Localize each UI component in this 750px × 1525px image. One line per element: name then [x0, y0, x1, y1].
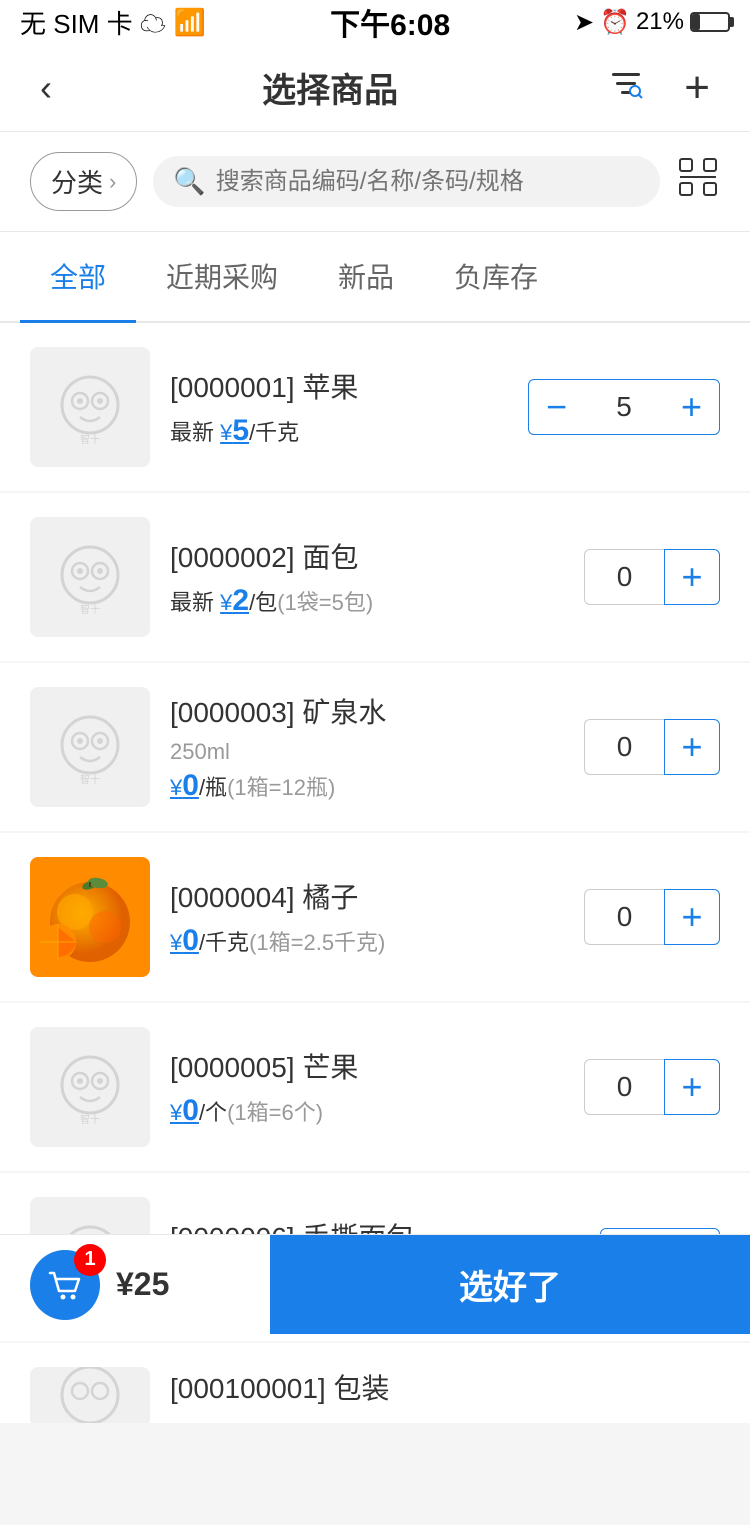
- cart-total: ¥25: [116, 1266, 169, 1303]
- tab-negative[interactable]: 负库存: [424, 232, 568, 323]
- product-price: 最新 ¥5/千克: [170, 414, 508, 448]
- qty-input[interactable]: [584, 889, 664, 945]
- product-info-0000002: [0000002] 面包 最新 ¥2/包(1袋=5包): [170, 536, 564, 618]
- battery-icon: [690, 12, 730, 32]
- filter-icon[interactable]: [598, 55, 654, 120]
- time-display: 下午6:08: [330, 0, 450, 44]
- product-price: ¥0/千克(1箱=2.5千克): [170, 924, 564, 958]
- tab-new[interactable]: 新品: [308, 232, 424, 323]
- page-title: 选择商品: [262, 63, 398, 112]
- filter-bar: 分类 › 🔍: [0, 132, 750, 232]
- product-name: [000100001] 包装: [170, 1367, 720, 1407]
- product-price: 最新 ¥2/包(1袋=5包): [170, 584, 564, 618]
- qty-plus-button[interactable]: +: [664, 719, 720, 775]
- product-name: [0000002] 面包: [170, 536, 564, 576]
- qty-control-0000002: +: [584, 549, 720, 605]
- cart-section: 1 ¥25: [0, 1250, 270, 1320]
- product-item: 智十 [0000005] 芒果 ¥0/个(1箱=6个) +: [0, 1003, 750, 1171]
- search-box: 🔍: [153, 156, 660, 207]
- tab-recent[interactable]: 近期采购: [136, 232, 308, 323]
- svg-text:智十: 智十: [80, 1113, 100, 1126]
- product-name: [0000003] 矿泉水: [170, 691, 564, 731]
- status-bar: 无 SIM 卡 ☁ 📶 下午6:08 ➤ ⏰ 21%: [0, 0, 750, 44]
- qty-control-0000004: +: [584, 889, 720, 945]
- product-info-0000003: [0000003] 矿泉水 250ml ¥0/瓶(1箱=12瓶): [170, 691, 564, 803]
- qty-control-0000005: +: [584, 1059, 720, 1115]
- product-info-0000001: [0000001] 苹果 最新 ¥5/千克: [170, 366, 508, 448]
- add-button[interactable]: +: [674, 53, 720, 123]
- product-price: ¥0/瓶(1箱=12瓶): [170, 769, 564, 803]
- product-item: 智十 [0000003] 矿泉水 250ml ¥0/瓶(1箱=12瓶) +: [0, 663, 750, 831]
- svg-text:智十: 智十: [80, 603, 100, 616]
- qty-minus-button[interactable]: −: [528, 379, 584, 435]
- qty-input[interactable]: [584, 1059, 664, 1115]
- qty-input[interactable]: [584, 719, 664, 775]
- status-right: ➤ ⏰ 21%: [574, 8, 730, 37]
- status-left: 无 SIM 卡 ☁ 📶: [20, 4, 206, 41]
- product-name: [0000005] 芒果: [170, 1046, 564, 1086]
- wifi-icon: 📶: [174, 7, 206, 38]
- svg-text:智十: 智十: [80, 433, 100, 446]
- battery-percent: 21%: [636, 8, 684, 36]
- qty-input[interactable]: [584, 379, 664, 435]
- product-info-0000005: [0000005] 芒果 ¥0/个(1箱=6个): [170, 1046, 564, 1128]
- chevron-right-icon: ›: [109, 169, 116, 195]
- tab-all[interactable]: 全部: [20, 232, 136, 323]
- tab-bar: 全部 近期采购 新品 负库存: [0, 232, 750, 323]
- scan-icon[interactable]: [676, 155, 720, 208]
- qty-plus-button[interactable]: +: [664, 1059, 720, 1115]
- product-info-partial: [000100001] 包装: [170, 1367, 720, 1415]
- product-name: [0000004] 橘子: [170, 876, 564, 916]
- alarm-icon: ⏰: [600, 8, 630, 37]
- product-item: 智十 [0000001] 苹果 最新 ¥5/千克 − +: [0, 323, 750, 491]
- search-icon: 🔍: [173, 166, 205, 197]
- product-item-partial: [000100001] 包装: [0, 1343, 750, 1423]
- nav-bar: ‹ 选择商品 +: [0, 44, 750, 132]
- back-button[interactable]: ‹: [30, 57, 62, 119]
- confirm-button[interactable]: 选好了: [270, 1235, 750, 1334]
- qty-plus-button[interactable]: +: [664, 549, 720, 605]
- category-label: 分类: [51, 163, 103, 200]
- product-image-0000003: 智十: [30, 687, 150, 807]
- product-info-0000004: [0000004] 橘子 ¥0/千克(1箱=2.5千克): [170, 876, 564, 958]
- qty-control-0000003: +: [584, 719, 720, 775]
- product-item: 智十 [0000002] 面包 最新 ¥2/包(1袋=5包) +: [0, 493, 750, 661]
- product-spec: 250ml: [170, 739, 564, 765]
- product-image-0000005: 智十: [30, 1027, 150, 1147]
- product-price: ¥0/个(1箱=6个): [170, 1094, 564, 1128]
- svg-text:智十: 智十: [80, 773, 100, 786]
- category-button[interactable]: 分类 ›: [30, 152, 137, 211]
- search-input[interactable]: [216, 168, 640, 196]
- product-item: [0000004] 橘子 ¥0/千克(1箱=2.5千克) +: [0, 833, 750, 1001]
- location-icon: ➤: [574, 8, 594, 37]
- nav-actions: +: [598, 53, 720, 123]
- cart-badge: 1: [74, 1244, 106, 1276]
- product-name: [0000001] 苹果: [170, 366, 508, 406]
- product-image-0000001: 智十: [30, 347, 150, 467]
- qty-plus-button[interactable]: +: [664, 379, 720, 435]
- product-image-0000004: [30, 857, 150, 977]
- cart-button[interactable]: 1: [30, 1250, 100, 1320]
- qty-plus-button[interactable]: +: [664, 889, 720, 945]
- product-image-0000002: 智十: [30, 517, 150, 637]
- bottom-bar: 1 ¥25 选好了: [0, 1234, 750, 1334]
- qty-control-0000001: − +: [528, 379, 720, 435]
- product-image-partial: [30, 1367, 150, 1423]
- qty-input[interactable]: [584, 549, 664, 605]
- sim-status: 无 SIM 卡 ☁: [20, 4, 166, 41]
